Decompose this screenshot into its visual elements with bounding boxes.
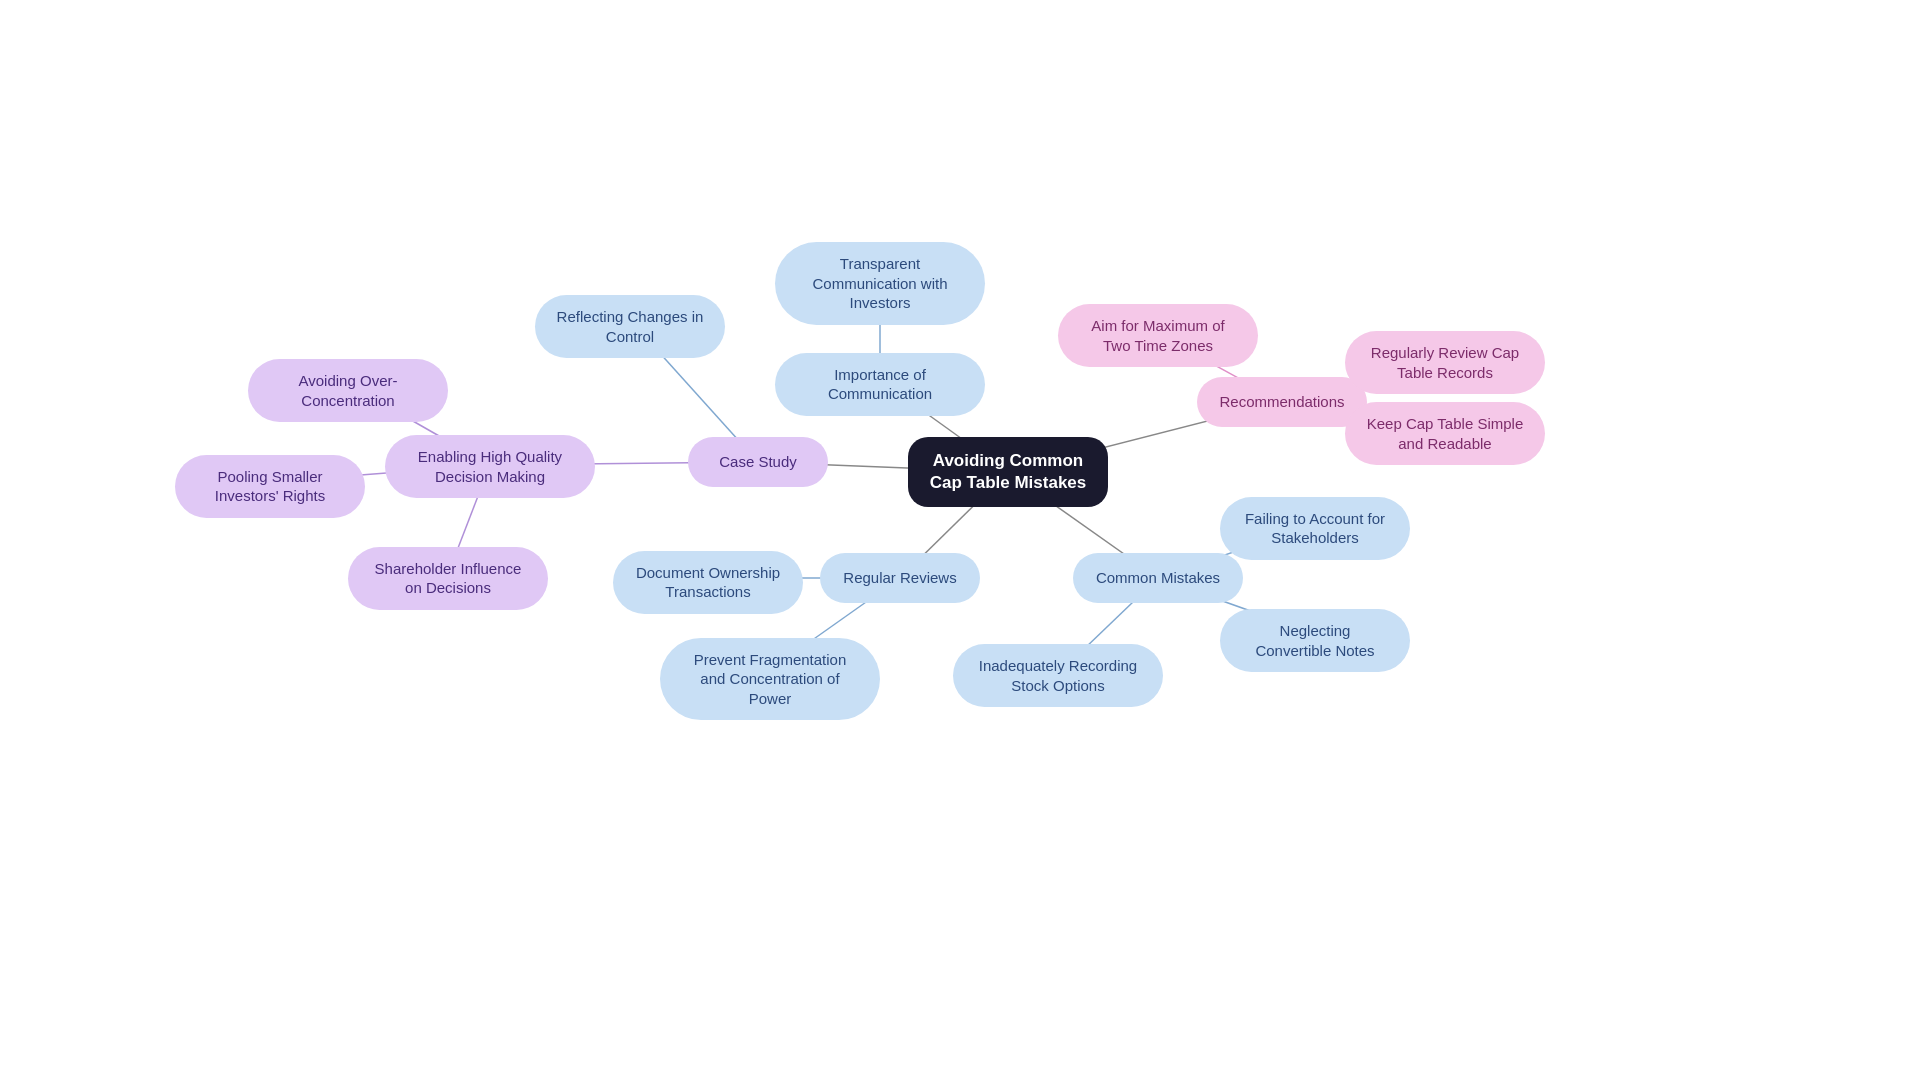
node-failing_to_account: Failing to Account for Stakeholders: [1220, 497, 1410, 560]
node-document_ownership: Document Ownership Transactions: [613, 551, 803, 614]
node-transparent_communication: Transparent Communication with Investors: [775, 242, 985, 325]
node-inadequately_recording: Inadequately Recording Stock Options: [953, 644, 1163, 707]
node-shareholder_influence: Shareholder Influence on Decisions: [348, 547, 548, 610]
node-center: Avoiding Common Cap Table Mistakes: [908, 437, 1108, 507]
node-neglecting_convertible: Neglecting Convertible Notes: [1220, 609, 1410, 672]
node-regular_reviews: Regular Reviews: [820, 553, 980, 603]
node-prevent_fragmentation: Prevent Fragmentation and Concentration …: [660, 638, 880, 721]
connections-svg: [0, 0, 1920, 1083]
node-case_study: Case Study: [688, 437, 828, 487]
node-pooling_smaller: Pooling Smaller Investors' Rights: [175, 455, 365, 518]
node-importance_of_communication: Importance of Communication: [775, 353, 985, 416]
node-avoiding_over_concentration: Avoiding Over-Concentration: [248, 359, 448, 422]
node-recommendations: Recommendations: [1197, 377, 1367, 427]
node-regularly_review: Regularly Review Cap Table Records: [1345, 331, 1545, 394]
node-aim_for_maximum: Aim for Maximum of Two Time Zones: [1058, 304, 1258, 367]
node-reflecting_changes: Reflecting Changes in Control: [535, 295, 725, 358]
node-enabling_high_quality: Enabling High Quality Decision Making: [385, 435, 595, 498]
mindmap-container: Avoiding Common Cap Table Mistakes Import…: [0, 0, 1920, 1083]
node-keep_cap_table: Keep Cap Table Simple and Readable: [1345, 402, 1545, 465]
node-common_mistakes: Common Mistakes: [1073, 553, 1243, 603]
